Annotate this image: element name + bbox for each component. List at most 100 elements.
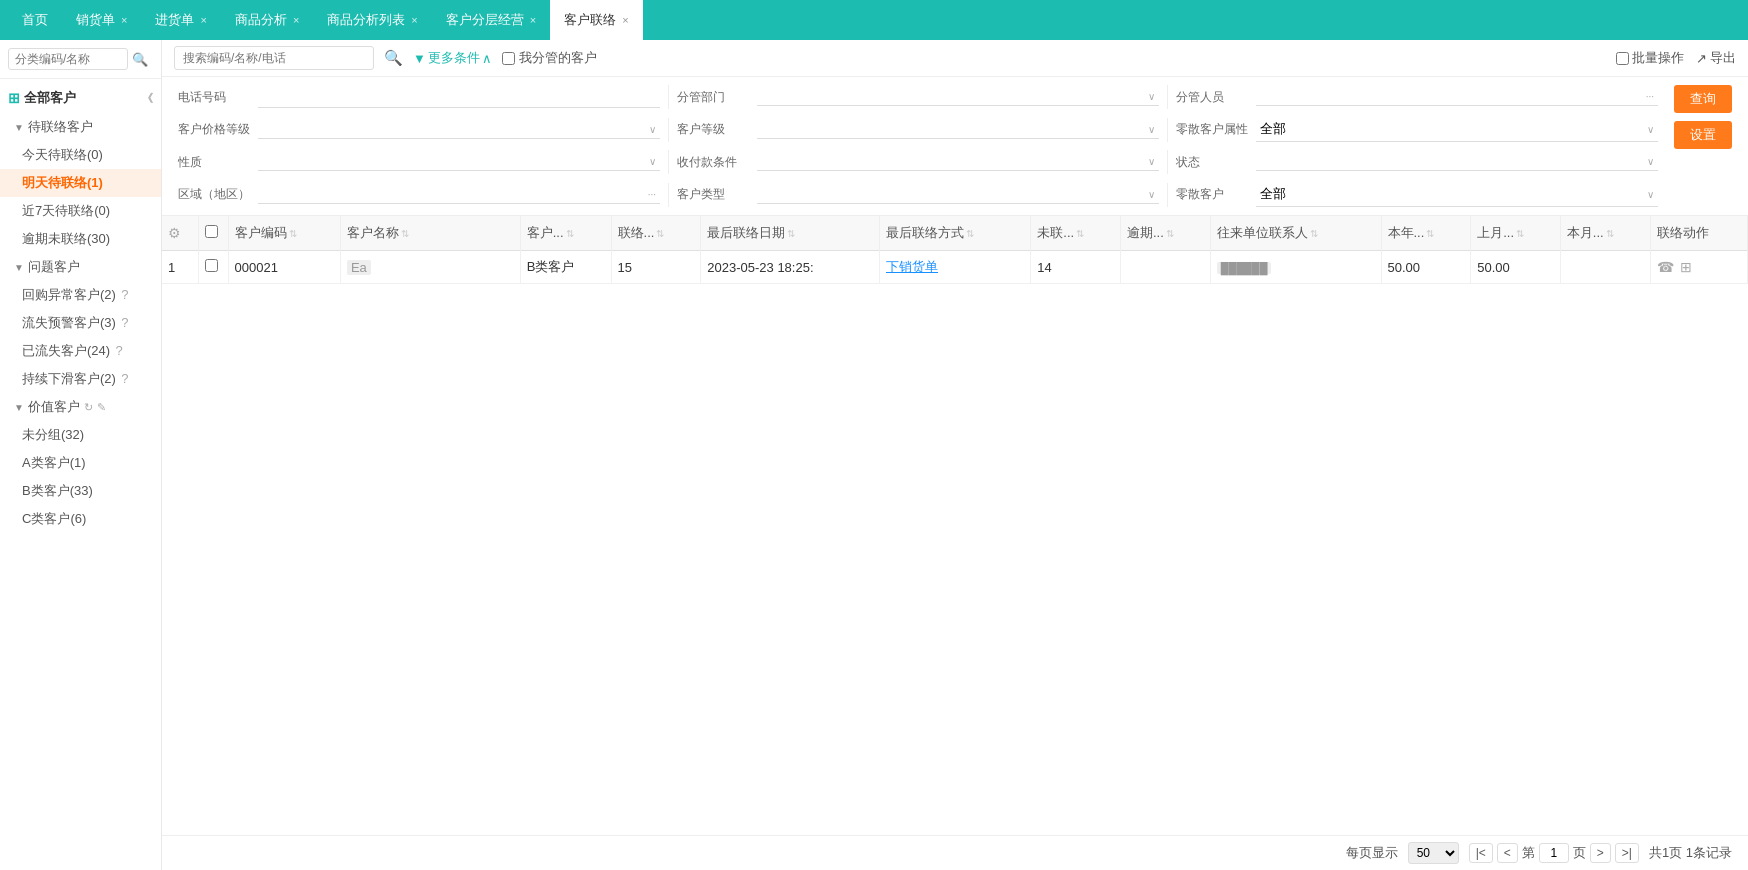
nav-customer-contact[interactable]: 客户联络 × xyxy=(550,0,642,40)
total-records-label: 共1页 1条记录 xyxy=(1649,844,1732,862)
sidebar-item-declining[interactable]: 持续下滑客户(2) ? xyxy=(0,365,161,393)
next-page-button[interactable]: > xyxy=(1590,843,1611,863)
customer-type-select[interactable]: ∨ xyxy=(757,186,1159,204)
cell-checkbox xyxy=(198,251,228,284)
sidebar-group-pending[interactable]: ▼ 待联络客户 xyxy=(0,113,161,141)
col-last-contact-date: 最后联络日期⇅ xyxy=(701,216,880,251)
search-input[interactable] xyxy=(174,46,374,70)
sidebar-item-a-class[interactable]: A类客户(1) xyxy=(0,449,161,477)
person-select[interactable]: ··· xyxy=(1256,88,1658,106)
customer-type-label: 客户类型 xyxy=(677,186,757,203)
status-select[interactable]: ∨ xyxy=(1256,153,1658,171)
sidebar-item-7days[interactable]: 近7天待联络(0) xyxy=(0,197,161,225)
filter-cell-customer-type: 客户类型 ∨ xyxy=(677,186,1159,204)
more-conditions-button[interactable]: ▼ 更多条件 ∧ xyxy=(413,49,492,67)
nav-product-analysis[interactable]: 商品分析 × xyxy=(221,0,313,40)
sort-icon: ⇅ xyxy=(1310,228,1318,239)
per-page-select[interactable]: 50 100 200 xyxy=(1408,842,1459,864)
my-customers-checkbox-label[interactable]: 我分管的客户 xyxy=(502,49,597,67)
retail-attr-label: 零散客户属性 xyxy=(1176,121,1256,138)
last-page-button[interactable]: >| xyxy=(1615,843,1639,863)
chevron-down-icon: ∨ xyxy=(1647,156,1654,167)
sidebar-item-b-class[interactable]: B类客户(33) xyxy=(0,477,161,505)
col-code: 客户编码⇅ xyxy=(228,216,340,251)
sidebar-item-c-class[interactable]: C类客户(6) xyxy=(0,505,161,533)
sort-icon: ⇅ xyxy=(1166,228,1174,239)
advanced-filter-panel: 电话号码 分管部门 ∨ 分管人员 xyxy=(162,77,1748,216)
contact-method-link[interactable]: 下销货单 xyxy=(886,259,938,274)
sidebar-item-overdue[interactable]: 逾期未联络(30) xyxy=(0,225,161,253)
nav-purchase-order[interactable]: 进货单 × xyxy=(141,0,220,40)
content-area: 🔍 ▼ 更多条件 ∧ 我分管的客户 批量操作 ↗ 导出 xyxy=(162,40,1748,870)
retail-attr-select[interactable]: 全部 ∨ xyxy=(1256,117,1658,142)
phone-input[interactable] xyxy=(258,87,660,108)
nav-home[interactable]: 首页 xyxy=(8,0,62,40)
edit-icon[interactable]: ✎ xyxy=(97,401,106,414)
grid-action-icon[interactable]: ⊞ xyxy=(1680,259,1692,275)
filter-row-1: 电话号码 分管部门 ∨ 分管人员 xyxy=(178,85,1658,109)
query-button[interactable]: 查询 xyxy=(1674,85,1732,113)
close-icon[interactable]: × xyxy=(530,14,536,26)
sidebar-item-churn-warning[interactable]: 流失预警客户(3) ? xyxy=(0,309,161,337)
first-page-button[interactable]: |< xyxy=(1469,843,1493,863)
sidebar-item-today[interactable]: 今天待联络(0) xyxy=(0,141,161,169)
cell-level: B类客户 xyxy=(520,251,611,284)
dept-select[interactable]: ∨ xyxy=(757,88,1159,106)
filter-cell-price-level: 客户价格等级 ∨ xyxy=(178,121,660,139)
close-icon[interactable]: × xyxy=(200,14,206,26)
action-buttons-column: 查询 设置 xyxy=(1674,85,1732,207)
export-button[interactable]: ↗ 导出 xyxy=(1696,49,1736,67)
filter-cell-phone: 电话号码 xyxy=(178,87,660,108)
cell-overdue xyxy=(1121,251,1211,284)
set-button[interactable]: 设置 xyxy=(1674,121,1732,149)
sidebar-item-ungrouped[interactable]: 未分组(32) xyxy=(0,421,161,449)
batch-operation-button[interactable]: 批量操作 xyxy=(1616,49,1684,67)
sidebar-search-icon[interactable]: 🔍 xyxy=(132,52,148,67)
batch-op-checkbox[interactable] xyxy=(1616,52,1629,65)
sidebar-list: ⊞ 全部客户 《 ▼ 待联络客户 今天待联络(0) 明天待联络(1) 近7天待联… xyxy=(0,79,161,870)
row-checkbox[interactable] xyxy=(205,259,218,272)
col-no-contact: 未联...⇅ xyxy=(1031,216,1121,251)
chevron-down-icon: ∨ xyxy=(649,124,656,135)
close-icon[interactable]: × xyxy=(121,14,127,26)
phone-action-icon[interactable]: ☎ xyxy=(1657,259,1674,275)
filter-cell-dept: 分管部门 ∨ xyxy=(677,88,1159,106)
person-label: 分管人员 xyxy=(1176,89,1256,106)
chevron-down-icon: ∨ xyxy=(1148,156,1155,167)
sidebar-item-churned[interactable]: 已流失客户(24) ? xyxy=(0,337,161,365)
close-icon[interactable]: × xyxy=(293,14,299,26)
retail-select[interactable]: 全部 ∨ xyxy=(1256,182,1658,207)
close-icon[interactable]: × xyxy=(411,14,417,26)
chevron-down-icon: ∨ xyxy=(649,156,656,167)
refresh-icon[interactable]: ↻ xyxy=(84,401,93,414)
close-icon[interactable]: × xyxy=(622,14,628,26)
sidebar-item-tomorrow[interactable]: 明天待联络(1) xyxy=(0,169,161,197)
nav-sales-order[interactable]: 销货单 × xyxy=(62,0,141,40)
nav-customer-segment[interactable]: 客户分层经营 × xyxy=(432,0,550,40)
sidebar-item-repurchase-abnormal[interactable]: 回购异常客户(2) ? xyxy=(0,281,161,309)
payment-select[interactable]: ∨ xyxy=(757,153,1159,171)
page-navigation: |< < 第 页 > >| xyxy=(1469,843,1639,863)
payment-label: 收付款条件 xyxy=(677,154,757,171)
region-input[interactable]: ··· xyxy=(258,186,660,204)
col-action: 联络动作 xyxy=(1650,216,1747,251)
sidebar-group-problem[interactable]: ▼ 问题客户 xyxy=(0,253,161,281)
sidebar-search-input[interactable] xyxy=(8,48,128,70)
price-level-select[interactable]: ∨ xyxy=(258,121,660,139)
cell-name: Ea xyxy=(340,251,520,284)
sidebar-all-customers[interactable]: ⊞ 全部客户 《 xyxy=(0,83,161,113)
customer-level-select[interactable]: ∨ xyxy=(757,121,1159,139)
filter-row-2: 客户价格等级 ∨ 客户等级 ∨ xyxy=(178,117,1658,142)
settings-icon[interactable]: ⚙ xyxy=(168,225,181,241)
my-customers-checkbox[interactable] xyxy=(502,52,515,65)
page-number-input[interactable] xyxy=(1539,843,1569,863)
nav-product-analysis-list[interactable]: 商品分析列表 × xyxy=(313,0,431,40)
col-overdue: 逾期...⇅ xyxy=(1121,216,1211,251)
prev-page-button[interactable]: < xyxy=(1497,843,1518,863)
select-all-checkbox[interactable] xyxy=(205,225,218,238)
search-button[interactable]: 🔍 xyxy=(384,49,403,67)
nature-select[interactable]: ∨ xyxy=(258,153,660,171)
triangle-down-icon: ▼ xyxy=(14,402,24,413)
sidebar-group-value[interactable]: ▼ 价值客户 ↻ ✎ xyxy=(0,393,161,421)
col-last-contact-method: 最后联络方式⇅ xyxy=(879,216,1030,251)
